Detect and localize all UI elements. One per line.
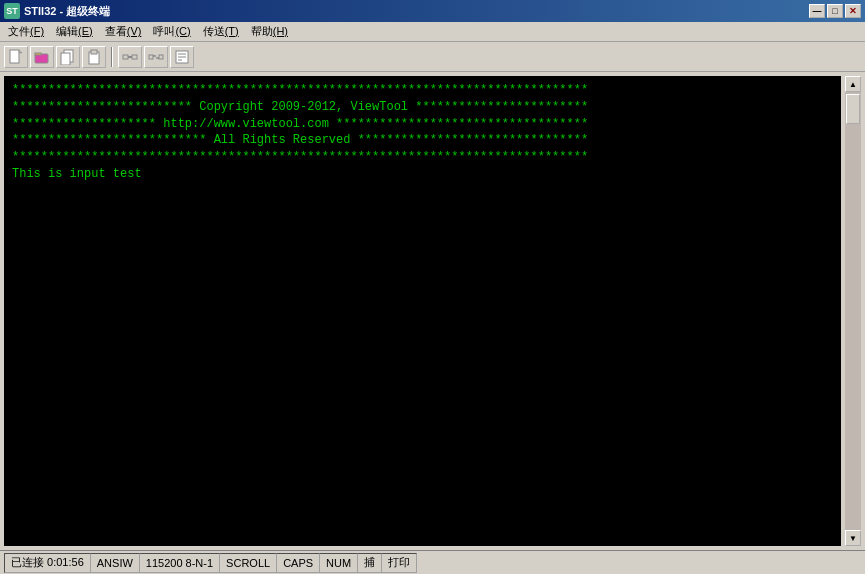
close-button[interactable]: ✕ <box>845 4 861 18</box>
menu-file[interactable]: 文件(F) <box>2 22 50 41</box>
baud-rate: 115200 8-N-1 <box>140 553 220 573</box>
title-bar: ST STII32 - 超级终端 — □ ✕ <box>0 0 865 22</box>
menu-view[interactable]: 查看(V) <box>99 22 148 41</box>
connect-button[interactable] <box>118 46 142 68</box>
num-status: NUM <box>320 553 358 573</box>
menu-bar: 文件(F) 编辑(E) 查看(V) 呼叫(C) 传送(T) 帮助(H) <box>0 22 865 42</box>
menu-help[interactable]: 帮助(H) <box>245 22 294 41</box>
terminal-wrapper: ****************************************… <box>4 76 841 546</box>
window-controls: — □ ✕ <box>809 4 861 18</box>
toolbar-separator-1 <box>111 47 113 67</box>
scroll-thumb[interactable] <box>846 94 860 124</box>
maximize-button[interactable]: □ <box>827 4 843 18</box>
menu-call[interactable]: 呼叫(C) <box>147 22 196 41</box>
svg-rect-11 <box>149 55 153 59</box>
capture-status: 捕 <box>358 553 382 573</box>
properties-button[interactable] <box>170 46 194 68</box>
disconnect-button[interactable] <box>144 46 168 68</box>
main-content: ****************************************… <box>0 72 865 550</box>
svg-rect-3 <box>35 53 41 55</box>
ansi-mode: ANSIW <box>91 553 140 573</box>
status-bar: 已连接 0:01:56 ANSIW 115200 8-N-1 SCROLL CA… <box>0 550 865 574</box>
scroll-status: SCROLL <box>220 553 277 573</box>
svg-rect-12 <box>159 55 163 59</box>
menu-edit[interactable]: 编辑(E) <box>50 22 99 41</box>
terminal-output[interactable]: ****************************************… <box>4 76 841 546</box>
menu-transfer[interactable]: 传送(T) <box>197 22 245 41</box>
svg-rect-9 <box>132 55 137 59</box>
print-status: 打印 <box>382 553 417 573</box>
minimize-button[interactable]: — <box>809 4 825 18</box>
scroll-down-button[interactable]: ▼ <box>845 530 861 546</box>
scroll-up-button[interactable]: ▲ <box>845 76 861 92</box>
svg-marker-1 <box>19 50 22 53</box>
toolbar <box>0 42 865 72</box>
open-button[interactable] <box>30 46 54 68</box>
svg-rect-7 <box>91 50 97 54</box>
paste-button[interactable] <box>82 46 106 68</box>
scroll-track[interactable] <box>845 92 861 530</box>
caps-status: CAPS <box>277 553 320 573</box>
scrollbar[interactable]: ▲ ▼ <box>845 76 861 546</box>
svg-rect-0 <box>10 50 19 63</box>
new-button[interactable] <box>4 46 28 68</box>
title-text: STII32 - 超级终端 <box>24 4 809 19</box>
svg-rect-5 <box>61 53 70 65</box>
app-icon: ST <box>4 3 20 19</box>
copy-button[interactable] <box>56 46 80 68</box>
connection-status: 已连接 0:01:56 <box>4 553 91 573</box>
svg-rect-8 <box>123 55 128 59</box>
